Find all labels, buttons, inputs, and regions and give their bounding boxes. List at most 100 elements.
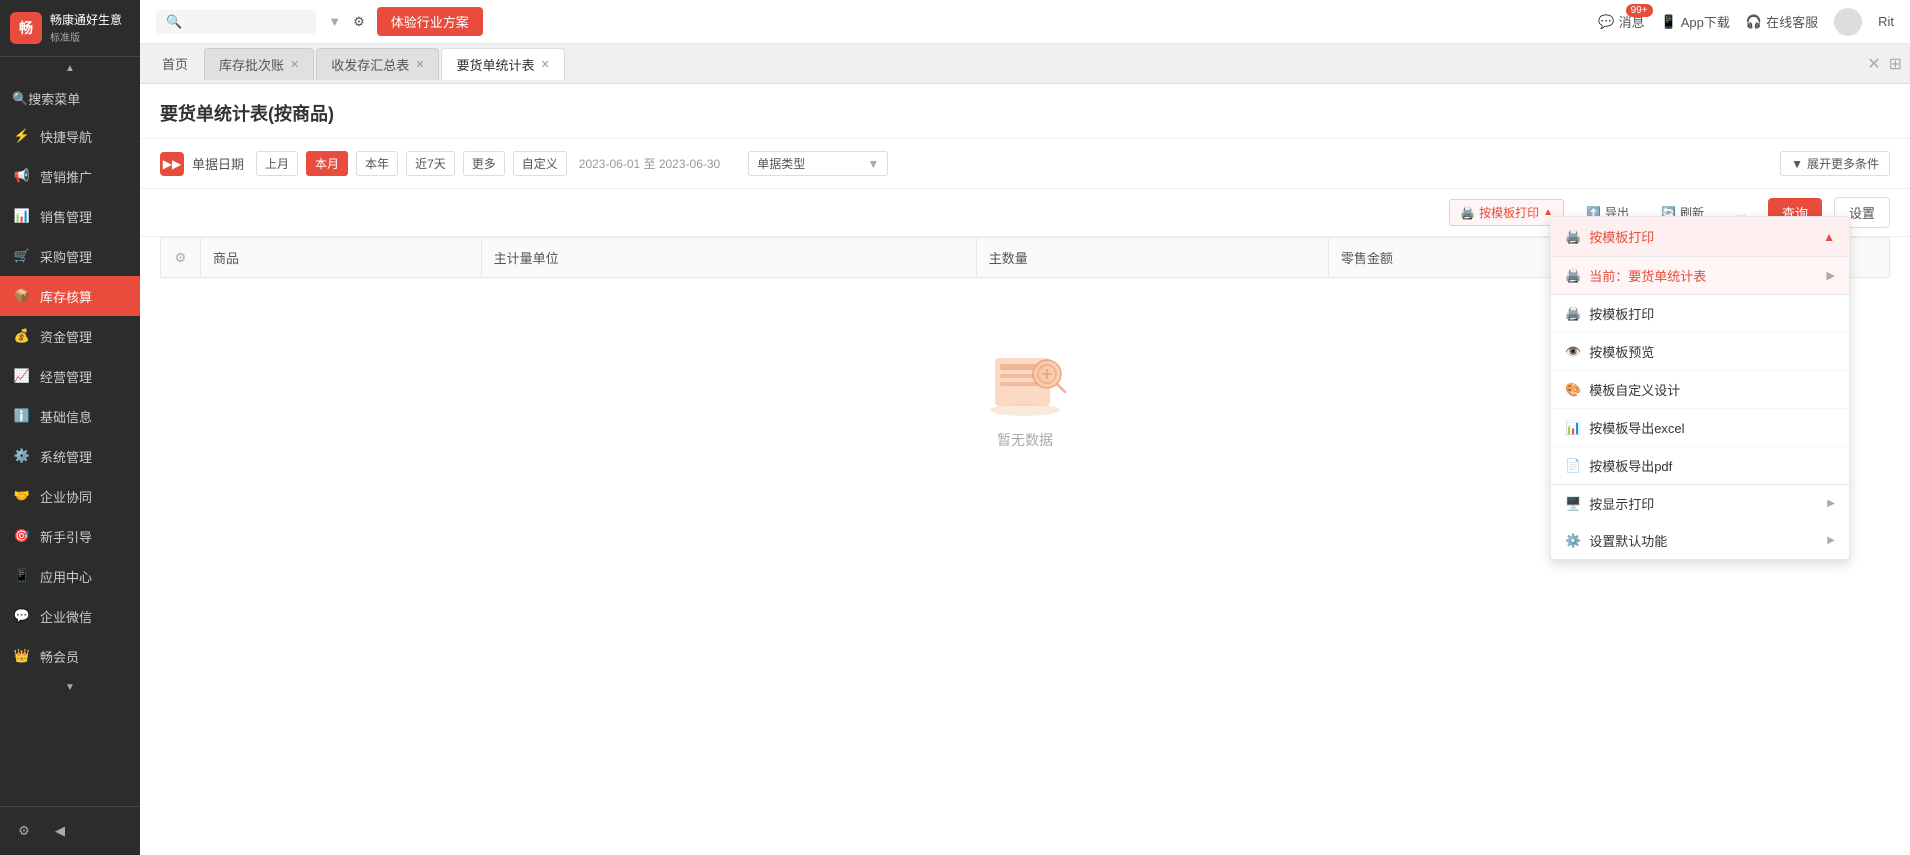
print-dropdown-header[interactable]: 🖨️ 按模板打印 ▲ [1551, 217, 1849, 257]
sidebar-item-sales[interactable]: 📊 销售管理 [0, 196, 140, 236]
tabbar: 首页 库存批次账 ✕ 收发存汇总表 ✕ 要货单统计表 ✕ ✕ ⊞ [140, 44, 1910, 84]
user-avatar[interactable] [1834, 8, 1862, 36]
topbar-right: 💬 消息 99+ 📱 App下载 🎧 在线客服 Rit [1598, 8, 1894, 36]
sidebar-item-finance[interactable]: 💰 资金管理 [0, 316, 140, 356]
sidebar-item-newbie[interactable]: 🎯 新手引导 [0, 516, 140, 556]
sidebar: 畅 畅康通好生意 标准版 ▲ 🔍 搜索菜单 ⚡ 快捷导航 📢 营销推广 📊 销售… [0, 0, 140, 855]
template-export-excel-item[interactable]: 📊 按模板导出excel [1551, 409, 1849, 447]
search-input[interactable] [186, 15, 306, 29]
headset-icon: 🎧 [1746, 14, 1762, 30]
topbar: 🔍 ▼ ⚙ 体验行业方案 💬 消息 99+ 📱 App下载 🎧 在线客服 [140, 0, 1910, 44]
enterprise-wechat-icon: 💬 [12, 606, 32, 626]
tab-order-stats[interactable]: 要货单统计表 ✕ [441, 48, 564, 80]
sidebar-item-membership[interactable]: 👑 畅会员 [0, 636, 140, 676]
current-template-icon: 🖨️ [1565, 268, 1581, 284]
date-label: 单据日期 [192, 154, 244, 173]
message-icon: 💬 [1598, 14, 1614, 30]
date-btn-this-month[interactable]: 本月 [306, 151, 348, 176]
excel-icon: 📊 [1565, 420, 1581, 436]
table-settings-icon[interactable]: ⚙ [175, 250, 187, 265]
display-print-label: 按显示打印 [1589, 494, 1654, 513]
template-export-pdf-item[interactable]: 📄 按模板导出pdf [1551, 447, 1849, 484]
search-icon: 🔍 [166, 14, 182, 30]
current-template-label: 当前：要货单统计表 [1589, 266, 1706, 285]
tab-home[interactable]: 首页 [148, 48, 202, 79]
template-print-label: 按模板打印 [1589, 304, 1654, 323]
sidebar-item-quick-nav[interactable]: ⚡ 快捷导航 [0, 116, 140, 156]
finance-icon: 💰 [12, 326, 32, 346]
user-name-label: Rit [1878, 14, 1894, 29]
sidebar-item-label: 企业协同 [40, 487, 92, 506]
template-print-item[interactable]: 🖨️ 按模板打印 [1551, 295, 1849, 333]
system-icon: ⚙️ [12, 446, 32, 466]
sidebar-item-basic-info[interactable]: ℹ️ 基础信息 [0, 396, 140, 436]
maximize-window-btn[interactable]: ⊞ [1889, 54, 1902, 74]
sidebar-item-inventory[interactable]: 📦 库存核算 [0, 276, 140, 316]
chevron-up-icon: ▲ [1823, 230, 1835, 244]
sidebar-item-label: 营销推广 [40, 167, 92, 186]
sidebar-item-enterprise[interactable]: 🤝 企业协同 [0, 476, 140, 516]
col-settings[interactable]: ⚙ [161, 238, 201, 278]
print-template-btn[interactable]: 🖨️ 按模板打印 ▲ [1449, 199, 1564, 226]
sidebar-item-search-menu[interactable]: 🔍 搜索菜单 [0, 81, 140, 116]
main-content: 🔍 ▼ ⚙ 体验行业方案 💬 消息 99+ 📱 App下载 🎧 在线客服 [140, 0, 1910, 855]
sidebar-item-marketing[interactable]: 📢 营销推广 [0, 156, 140, 196]
logo-title: 畅康通好生意 [50, 12, 122, 29]
printer-icon: 🖨️ [1460, 206, 1475, 220]
sidebar-item-purchase[interactable]: 🛒 采购管理 [0, 236, 140, 276]
sidebar-item-operations[interactable]: 📈 经营管理 [0, 356, 140, 396]
chevron-right-icon: ▶▶ [163, 157, 181, 171]
sidebar-item-enterprise-wechat[interactable]: 💬 企业微信 [0, 596, 140, 636]
empty-text: 暂无数据 [997, 430, 1053, 450]
current-template-item: 🖨️ 当前：要货单统计表 ▶ [1551, 257, 1849, 295]
tab-home-label: 首页 [162, 54, 188, 73]
expand-icon: ▼ [1791, 157, 1803, 171]
template-custom-item[interactable]: 🎨 模板自定义设计 [1551, 371, 1849, 409]
sidebar-item-label: 新手引导 [40, 527, 92, 546]
date-btn-7days[interactable]: 近7天 [406, 151, 455, 176]
settings-bottom-icon[interactable]: ⚙ [12, 819, 36, 843]
basic-info-icon: ℹ️ [12, 406, 32, 426]
trial-btn[interactable]: 体验行业方案 [377, 7, 483, 36]
date-btn-this-year[interactable]: 本年 [356, 151, 398, 176]
filter-expand-icon[interactable]: ▶▶ [160, 152, 184, 176]
topbar-search-box[interactable]: 🔍 [156, 10, 316, 34]
close-window-btn[interactable]: ✕ [1867, 54, 1880, 74]
sidebar-item-label: 畅会员 [40, 647, 79, 666]
page-content: 要货单统计表(按商品) ▶▶ 单据日期 上月 本月 本年 近7天 更多 自定义 … [140, 84, 1910, 855]
set-default-expandable[interactable]: ⚙️ 设置默认功能 ▶ [1551, 522, 1849, 559]
template-preview-item[interactable]: 👁️ 按模板预览 [1551, 333, 1849, 371]
tab-collection-summary-close[interactable]: ✕ [415, 58, 424, 71]
sidebar-item-label: 经营管理 [40, 367, 92, 386]
sidebar-item-app-center[interactable]: 📱 应用中心 [0, 556, 140, 596]
set-default-chevron: ▶ [1827, 535, 1835, 546]
tab-order-stats-label: 要货单统计表 [456, 55, 534, 74]
tab-batch-account-close[interactable]: ✕ [290, 58, 299, 71]
collapse-icon[interactable]: ◀ [48, 819, 72, 843]
user-name[interactable]: Rit [1878, 14, 1894, 29]
sidebar-search-label: 搜索菜单 [28, 89, 80, 108]
page-header: 要货单统计表(按商品) [140, 84, 1910, 139]
scroll-up[interactable]: ▲ [65, 59, 75, 79]
order-type-filter[interactable]: 单据类型 ▼ [748, 151, 888, 176]
gear-icon[interactable]: ⚙ [353, 14, 365, 30]
current-template[interactable]: 🖨️ 当前：要货单统计表 ▶ [1551, 257, 1849, 294]
tab-order-stats-close[interactable]: ✕ [541, 58, 550, 71]
date-btn-last-month[interactable]: 上月 [256, 151, 298, 176]
scroll-down[interactable]: ▼ [65, 678, 75, 698]
chevron-down-icon: ▼ [867, 157, 879, 171]
tab-batch-account[interactable]: 库存批次账 ✕ [204, 48, 314, 80]
tabbar-right: ✕ ⊞ [1867, 54, 1902, 74]
dropdown-arrow[interactable]: ▼ [328, 14, 341, 29]
logo-icon: 畅 [10, 12, 42, 44]
display-print-expandable[interactable]: 🖥️ 按显示打印 ▶ [1551, 485, 1849, 522]
tab-collection-summary[interactable]: 收发存汇总表 ✕ [316, 48, 439, 80]
message-item[interactable]: 💬 消息 99+ [1598, 12, 1644, 31]
sidebar-item-system[interactable]: ⚙️ 系统管理 [0, 436, 140, 476]
app-download-item[interactable]: 📱 App下载 [1661, 12, 1730, 31]
date-btn-more[interactable]: 更多 [463, 151, 505, 176]
expand-conditions-btn[interactable]: ▼ 展开更多条件 [1780, 151, 1890, 176]
online-service-item[interactable]: 🎧 在线客服 [1746, 12, 1818, 31]
date-btn-custom[interactable]: 自定义 [513, 151, 567, 176]
sidebar-logo: 畅 畅康通好生意 标准版 [0, 0, 140, 57]
